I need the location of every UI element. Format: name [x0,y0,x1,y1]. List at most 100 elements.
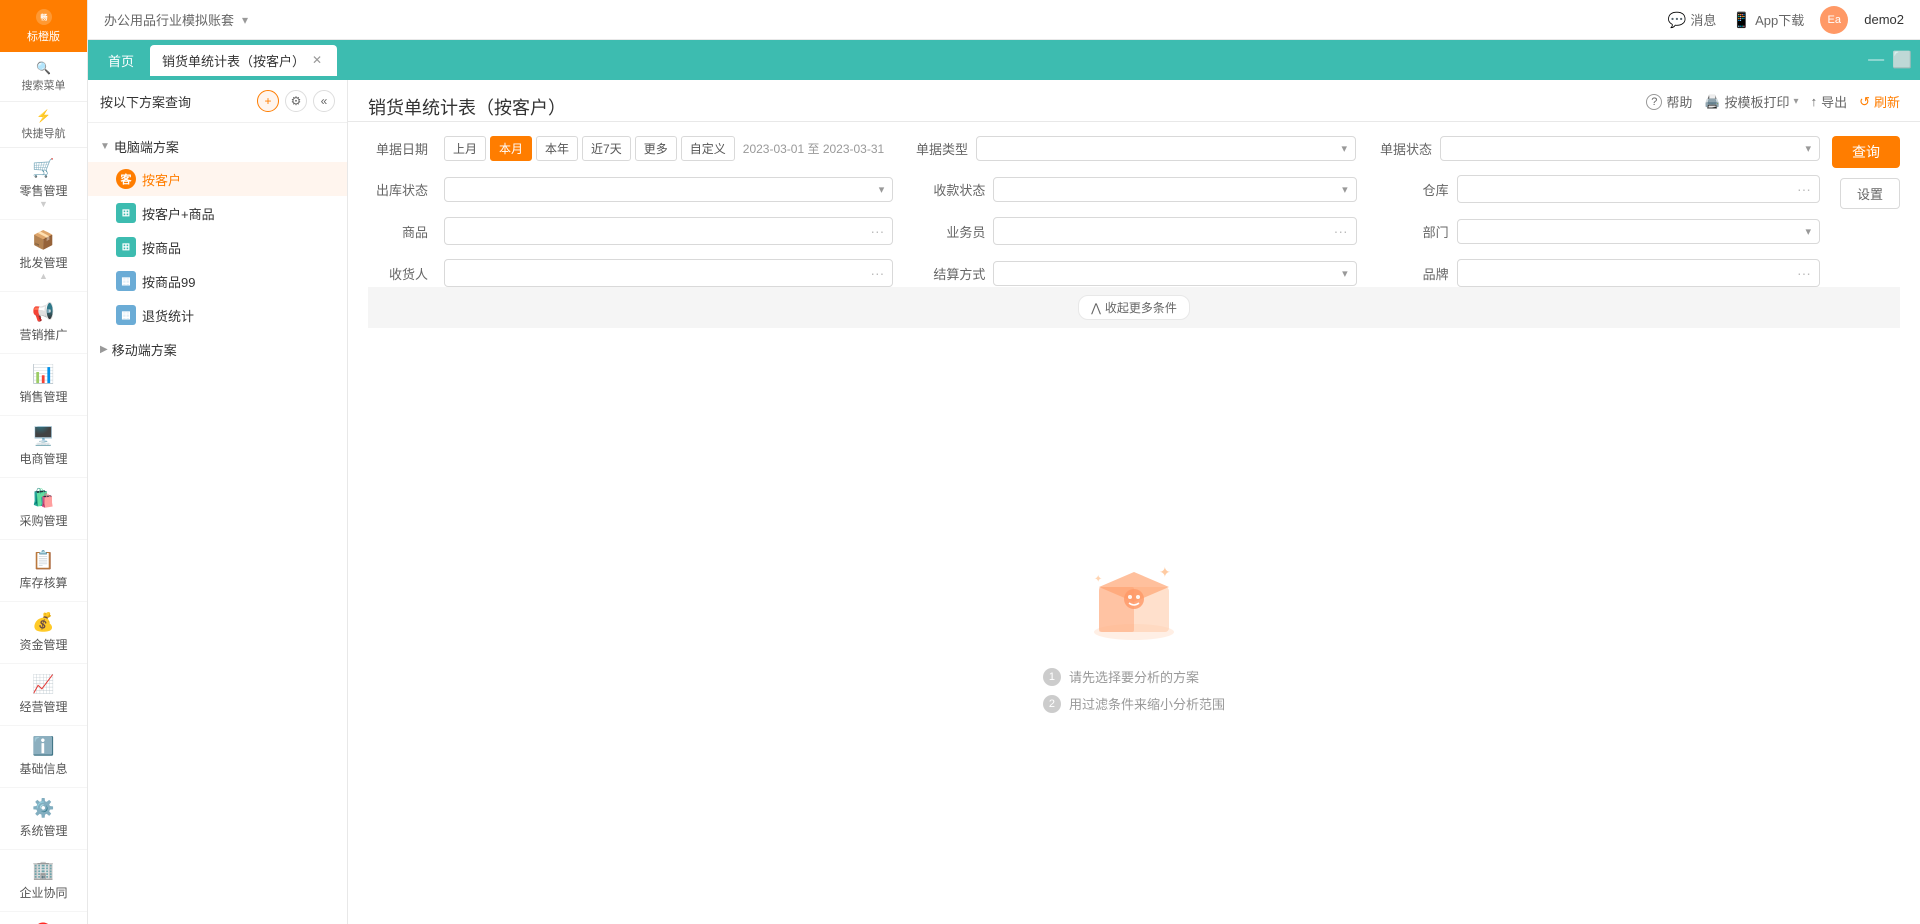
salesman-dots-icon: ··· [1334,223,1348,239]
receiver-input[interactable]: ··· [444,259,893,287]
salesman-input[interactable]: ··· [993,217,1356,245]
goods-input[interactable]: ··· [444,217,893,245]
date-btn-more[interactable]: 更多 [635,136,677,161]
sidebar-item-operation[interactable]: 📈 经营管理 [0,664,87,726]
refresh-action[interactable]: ↺ 刷新 [1859,92,1900,111]
print-action[interactable]: 🖨️ 按模板打印 ▾ [1704,92,1798,111]
sidebar-item-wholesale[interactable]: 📦 批发管理 ▲ [0,220,87,292]
left-panel: 按以下方案查询 + ⚙ « ▼ 电脑端方案 客 按客户 [88,80,348,924]
desktop-scheme-header[interactable]: ▼ 电脑端方案 [88,131,347,162]
app-download-action[interactable]: 📱 App下载 [1732,10,1804,29]
sidebar-search[interactable]: 🔍 搜索菜单 [0,52,87,102]
date-btn-custom[interactable]: 自定义 [681,136,735,161]
goods-dots-icon: ··· [870,223,884,239]
tab-sales-stat[interactable]: 销货单统计表（按客户） ✕ [150,45,337,76]
scheme-item-label: 退货统计 [142,306,194,325]
message-action[interactable]: 💬 消息 [1668,10,1717,29]
date-btn-last-month[interactable]: 上月 [444,136,486,161]
tab-bar: 首页 销货单统计表（按客户） ✕ — ⬜ [88,40,1920,80]
date-btn-this-year[interactable]: 本年 [536,136,578,161]
add-scheme-button[interactable]: + [257,90,279,112]
mobile-scheme-header[interactable]: ▶ 移动端方案 [100,340,335,359]
sidebar-item-label: 系统管理 [19,822,67,839]
filter-area: 单据日期 上月 本月 本年 近7天 更多 自定义 2023-03-01 至 20… [348,122,1920,336]
goods-label: 商品 [368,222,428,241]
scheme-item-by-goods[interactable]: ⊞ 按商品 [88,230,347,264]
sidebar-item-label: 库存核算 [19,574,67,591]
sidebar-item-purchase[interactable]: 🛍️ 采购管理 [0,478,87,540]
sidebar-item-sales[interactable]: 📊 销售管理 [0,354,87,416]
tab-home-label: 首页 [108,51,134,70]
receiver-dots-icon: ··· [870,265,884,281]
warehouse-input[interactable]: ··· [1457,175,1820,203]
date-btn-this-month[interactable]: 本月 [490,136,532,161]
tab-bar-actions: — ⬜ [1868,50,1912,70]
settings-button[interactable]: 设置 [1840,178,1900,209]
settlement-select[interactable]: ▾ [993,261,1356,286]
export-action[interactable]: ↑ 导出 [1811,92,1848,111]
sidebar-item-newbie[interactable]: 🎯 新手引导 [0,912,87,924]
sidebar-item-label: 批发管理 [19,254,67,271]
sidebar-item-inventory[interactable]: 📋 库存核算 [0,540,87,602]
scheme-item-by-goods-99[interactable]: ▦ 按商品99 [88,264,347,298]
scheme-item-by-customer-goods[interactable]: ⊞ 按客户+商品 [88,196,347,230]
filter-row-3: 商品 ··· 业务员 ··· [368,217,1820,245]
query-button[interactable]: 查询 [1832,136,1900,168]
sidebar-quicknav[interactable]: ⚡ 快捷导航 [0,102,87,148]
doc-status-select[interactable]: ▾ [1440,136,1820,161]
dept-select[interactable]: ▾ [1457,219,1820,244]
tab-close-icon[interactable]: ✕ [309,52,325,68]
print-label: 按模板打印 [1725,92,1790,111]
sidebar-item-label: 零售管理 [19,182,67,199]
sidebar-item-basic[interactable]: ℹ️ 基础信息 [0,726,87,788]
panel-collapse-button[interactable]: « [313,90,335,112]
dept-label: 部门 [1389,222,1449,241]
tab-sales-stat-label: 销货单统计表（按客户） [162,51,305,70]
header-dropdown-icon[interactable]: ▾ [242,13,248,27]
export-icon: ↑ [1811,94,1818,109]
doc-type-label: 单据类型 [908,139,968,158]
scheme-settings-button[interactable]: ⚙ [285,90,307,112]
out-status-select[interactable]: ▾ [444,177,893,202]
sidebar-item-system[interactable]: ⚙️ 系统管理 [0,788,87,850]
collapse-bar[interactable]: ⋀ 收起更多条件 [368,287,1900,328]
date-filter-label: 单据日期 [368,139,428,158]
out-status-arrow-icon: ▾ [879,183,885,196]
sidebar-item-finance[interactable]: 💰 资金管理 [0,602,87,664]
tab-maximize-icon[interactable]: ⬜ [1892,50,1912,70]
sidebar-item-retail[interactable]: 🛒 零售管理 ▼ [0,148,87,220]
right-panel: 销货单统计表（按客户） ? 帮助 🖨️ 按模板打印 ▾ ↑ 导出 [348,80,1920,924]
system-name: 办公用品行业模拟账套 [104,10,234,29]
message-icon: 💬 [1668,11,1687,29]
tab-minimize-icon[interactable]: — [1868,51,1884,69]
tab-home[interactable]: 首页 [96,45,146,76]
date-filter-group: 上月 本月 本年 近7天 更多 自定义 2023-03-01 至 2023-03… [444,136,892,161]
user-name[interactable]: demo2 [1864,12,1904,27]
date-btn-last7[interactable]: 近7天 [582,136,631,161]
message-label: 消息 [1690,10,1716,29]
dept-arrow-icon: ▾ [1805,225,1811,238]
collapse-up-icon: ⋀ [1091,301,1101,315]
brand-input[interactable]: ··· [1457,259,1820,287]
sidebar-item-marketing[interactable]: 📢 营销推广 [0,292,87,354]
date-range-display: 2023-03-01 至 2023-03-31 [743,140,884,157]
sidebar-item-label: 企业协同 [19,884,67,901]
doc-type-select[interactable]: ▾ [976,136,1356,161]
customer-icon: 客 [116,169,136,189]
left-panel-title: 按以下方案查询 [100,92,191,111]
top-header: 办公用品行业模拟账套 ▾ 💬 消息 📱 App下载 Ea demo2 [88,0,1920,40]
finance-icon: 💰 [32,612,54,633]
scheme-item-return-stat[interactable]: ▦ 退货统计 [88,298,347,332]
user-avatar[interactable]: Ea [1820,6,1848,34]
purchase-icon: 🛍️ [32,488,54,509]
receipt-status-select[interactable]: ▾ [993,177,1356,202]
help-action[interactable]: ? 帮助 [1646,92,1692,111]
help-icon: ? [1646,94,1662,110]
sidebar-item-label: 营销推广 [19,326,67,343]
sidebar-item-ecommerce[interactable]: 🖥️ 电商管理 [0,416,87,478]
sidebar-item-enterprise[interactable]: 🏢 企业协同 [0,850,87,912]
empty-msg-num-1: 1 [1043,668,1061,686]
collapse-button[interactable]: ⋀ 收起更多条件 [1078,295,1190,320]
brand-label: 品牌 [1389,264,1449,283]
scheme-item-by-customer[interactable]: 客 按客户 [88,162,347,196]
